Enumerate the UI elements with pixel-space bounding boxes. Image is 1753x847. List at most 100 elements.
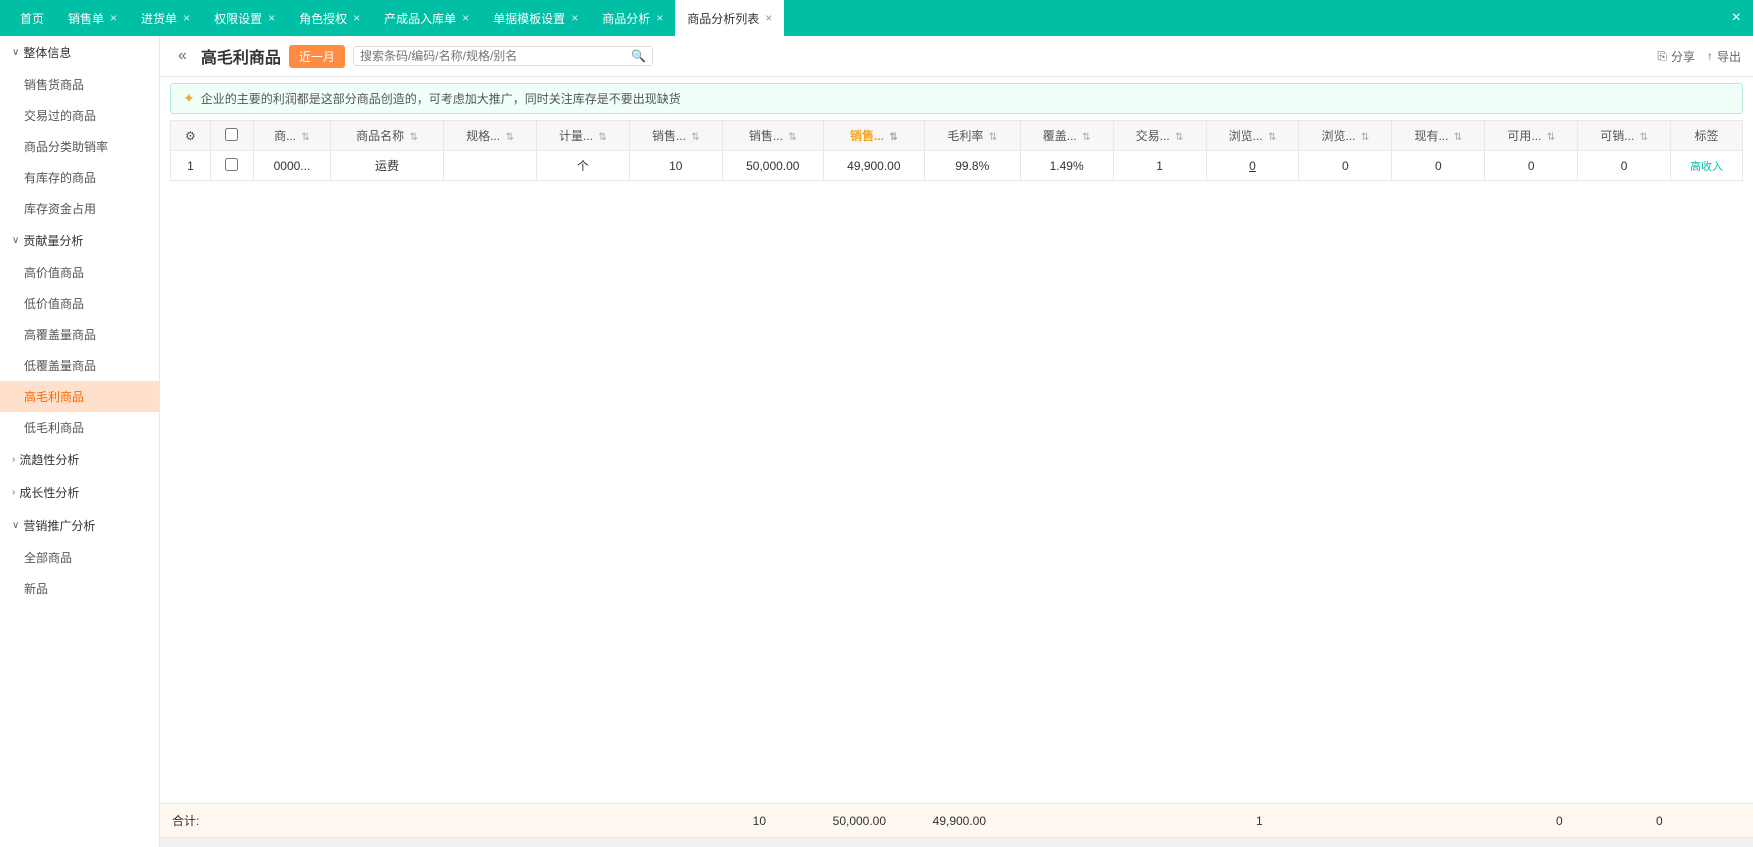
sidebar-item-in-stock[interactable]: 有库存的商品 bbox=[0, 162, 159, 193]
group-arrow-trend: › bbox=[12, 454, 15, 465]
col-coverage[interactable]: 覆盖... ⇅ bbox=[1020, 121, 1113, 151]
export-btn[interactable]: ↑ 导出 bbox=[1707, 48, 1741, 65]
col-sales-amount[interactable]: 销售... ⇅ bbox=[722, 121, 823, 151]
cell-browse1[interactable]: 0 bbox=[1206, 151, 1299, 181]
cell-gross-rate: 99.8% bbox=[924, 151, 1020, 181]
nav-home[interactable]: 首页 bbox=[8, 0, 56, 36]
sidebar-item-high-margin[interactable]: 高毛利商品 bbox=[0, 381, 159, 412]
sidebar-item-low-margin[interactable]: 低毛利商品 bbox=[0, 412, 159, 443]
search-input[interactable] bbox=[360, 49, 631, 63]
footer-sales-profit: 49,900.00 bbox=[919, 814, 999, 828]
sidebar-item-new-goods[interactable]: 新品 bbox=[0, 573, 159, 604]
data-table: ⚙ 商... ⇅ 商品名称 ⇅ 规格... ⇅ 计量... ⇅ 销售... ⇅ … bbox=[170, 120, 1743, 181]
col-name[interactable]: 商品名称 ⇅ bbox=[330, 121, 443, 151]
cell-tag: 高收入 bbox=[1671, 151, 1743, 181]
sidebar-group-growth[interactable]: › 成长性分析 bbox=[0, 476, 159, 509]
top-nav: 首页 销售单 × 进货单 × 权限设置 × 角色授权 × 产成品入库单 × 单据… bbox=[0, 0, 1753, 36]
notice-bar: ✦ 企业的主要的利润都是这部分商品创造的，可考虑加大推广，同时关注库存是不要出现… bbox=[170, 83, 1743, 114]
col-sales-qty[interactable]: 销售... ⇅ bbox=[629, 121, 722, 151]
group-arrow-growth: › bbox=[12, 487, 15, 498]
share-btn[interactable]: ⎘ 分享 bbox=[1657, 48, 1695, 65]
date-filter-btn[interactable]: 近一月 bbox=[289, 45, 345, 68]
sidebar-collapse-btn[interactable]: « bbox=[172, 45, 193, 67]
group-arrow-contribution: ∨ bbox=[12, 235, 19, 246]
col-tag[interactable]: 标签 bbox=[1671, 121, 1743, 151]
cell-unit: 个 bbox=[536, 151, 629, 181]
table-header-row: ⚙ 商... ⇅ 商品名称 ⇅ 规格... ⇅ 计量... ⇅ 销售... ⇅ … bbox=[171, 121, 1743, 151]
sidebar-item-low-coverage[interactable]: 低覆盖量商品 bbox=[0, 350, 159, 381]
search-wrap: 🔍 bbox=[353, 46, 653, 66]
cell-sales-profit: 49,900.00 bbox=[823, 151, 924, 181]
cell-coverage: 1.49% bbox=[1020, 151, 1113, 181]
notice-icon: ✦ bbox=[183, 90, 195, 107]
col-stock-current[interactable]: 现有... ⇅ bbox=[1392, 121, 1485, 151]
nav-permission[interactable]: 权限设置 × bbox=[202, 0, 287, 36]
footer-transaction: 1 bbox=[1219, 814, 1299, 828]
col-browse2[interactable]: 浏览... ⇅ bbox=[1299, 121, 1392, 151]
sidebar: ∨ 整体信息 销售货商品 交易过的商品 商品分类助销率 有库存的商品 库存资金占… bbox=[0, 36, 160, 847]
nav-product-analysis-list-close[interactable]: × bbox=[765, 11, 772, 25]
col-gross-rate[interactable]: 毛利率 ⇅ bbox=[924, 121, 1020, 151]
sidebar-item-sales-goods[interactable]: 销售货商品 bbox=[0, 69, 159, 100]
sidebar-group-trend[interactable]: › 流趋性分析 bbox=[0, 443, 159, 476]
nav-product-analysis-close[interactable]: × bbox=[656, 11, 663, 25]
row-checkbox[interactable] bbox=[225, 158, 238, 171]
cell-stock-available: 0 bbox=[1485, 151, 1578, 181]
footer-stock-available: 0 bbox=[1619, 814, 1699, 828]
table-wrap[interactable]: ⚙ 商... ⇅ 商品名称 ⇅ 规格... ⇅ 计量... ⇅ 销售... ⇅ … bbox=[160, 120, 1753, 803]
col-unit[interactable]: 计量... ⇅ bbox=[536, 121, 629, 151]
col-browse1[interactable]: 浏览... ⇅ bbox=[1206, 121, 1299, 151]
cell-transaction: 1 bbox=[1113, 151, 1206, 181]
sidebar-item-category-rate[interactable]: 商品分类助销率 bbox=[0, 131, 159, 162]
col-sales-profit[interactable]: 销售... ⇅ bbox=[823, 121, 924, 151]
col-spec[interactable]: 规格... ⇅ bbox=[444, 121, 537, 151]
sidebar-item-high-value[interactable]: 高价值商品 bbox=[0, 257, 159, 288]
nav-sales-close[interactable]: × bbox=[110, 11, 117, 25]
nav-sales[interactable]: 销售单 × bbox=[56, 0, 129, 36]
sidebar-item-traded-goods[interactable]: 交易过的商品 bbox=[0, 100, 159, 131]
nav-product-analysis-list[interactable]: 商品分析列表 × bbox=[675, 0, 784, 36]
col-stock-available[interactable]: 可用... ⇅ bbox=[1485, 121, 1578, 151]
sidebar-group-overall[interactable]: ∨ 整体信息 bbox=[0, 36, 159, 69]
col-checkbox[interactable] bbox=[210, 121, 253, 151]
footer-sales-qty: 10 bbox=[719, 814, 799, 828]
cell-code: 0000... bbox=[253, 151, 330, 181]
cell-checkbox[interactable] bbox=[210, 151, 253, 181]
share-icon: ⎘ bbox=[1657, 49, 1667, 64]
select-all-checkbox[interactable] bbox=[225, 128, 238, 141]
col-code[interactable]: 商... ⇅ bbox=[253, 121, 330, 151]
group-arrow-overall: ∨ bbox=[12, 47, 19, 58]
nav-purchase-close[interactable]: × bbox=[183, 11, 190, 25]
group-arrow-marketing: ∨ bbox=[12, 520, 19, 531]
nav-template-close[interactable]: × bbox=[571, 11, 578, 25]
cell-seq: 1 bbox=[171, 151, 211, 181]
page-title: 高毛利商品 bbox=[201, 44, 281, 68]
content-area: « 高毛利商品 近一月 🔍 ⎘ 分享 ↑ 导出 ✦ 企业的主要的利润都是这部 bbox=[160, 36, 1753, 847]
window-close-btn[interactable]: × bbox=[1720, 0, 1753, 36]
nav-permission-close[interactable]: × bbox=[268, 11, 275, 25]
nav-product-inbound-close[interactable]: × bbox=[462, 11, 469, 25]
nav-role[interactable]: 角色授权 × bbox=[287, 0, 372, 36]
col-settings[interactable]: ⚙ bbox=[171, 121, 211, 151]
footer-bar: 合计: 10 50,000.00 49,900.00 1 0 0 bbox=[160, 803, 1753, 837]
nav-product-analysis[interactable]: 商品分析 × bbox=[590, 0, 675, 36]
nav-purchase[interactable]: 进货单 × bbox=[129, 0, 202, 36]
main-layout: ∨ 整体信息 销售货商品 交易过的商品 商品分类助销率 有库存的商品 库存资金占… bbox=[0, 36, 1753, 847]
cell-name: 运费 bbox=[330, 151, 443, 181]
nav-product-inbound[interactable]: 产成品入库单 × bbox=[372, 0, 481, 36]
sidebar-item-stock-capital[interactable]: 库存资金占用 bbox=[0, 193, 159, 224]
sidebar-group-marketing[interactable]: ∨ 营销推广分析 bbox=[0, 509, 159, 542]
sidebar-item-all-goods[interactable]: 全部商品 bbox=[0, 542, 159, 573]
sidebar-item-high-coverage[interactable]: 高覆盖量商品 bbox=[0, 319, 159, 350]
sidebar-group-contribution[interactable]: ∨ 贡献量分析 bbox=[0, 224, 159, 257]
col-stock-saleable[interactable]: 可销... ⇅ bbox=[1578, 121, 1671, 151]
scrollbar-area[interactable] bbox=[160, 837, 1753, 847]
nav-template[interactable]: 单据模板设置 × bbox=[481, 0, 590, 36]
search-icon[interactable]: 🔍 bbox=[631, 49, 646, 63]
cell-spec bbox=[444, 151, 537, 181]
col-transaction[interactable]: 交易... ⇅ bbox=[1113, 121, 1206, 151]
cell-sales-qty: 10 bbox=[629, 151, 722, 181]
table-row: 1 0000... 运费 个 10 50,000.00 49,900.00 99… bbox=[171, 151, 1743, 181]
sidebar-item-low-value[interactable]: 低价值商品 bbox=[0, 288, 159, 319]
nav-role-close[interactable]: × bbox=[353, 11, 360, 25]
